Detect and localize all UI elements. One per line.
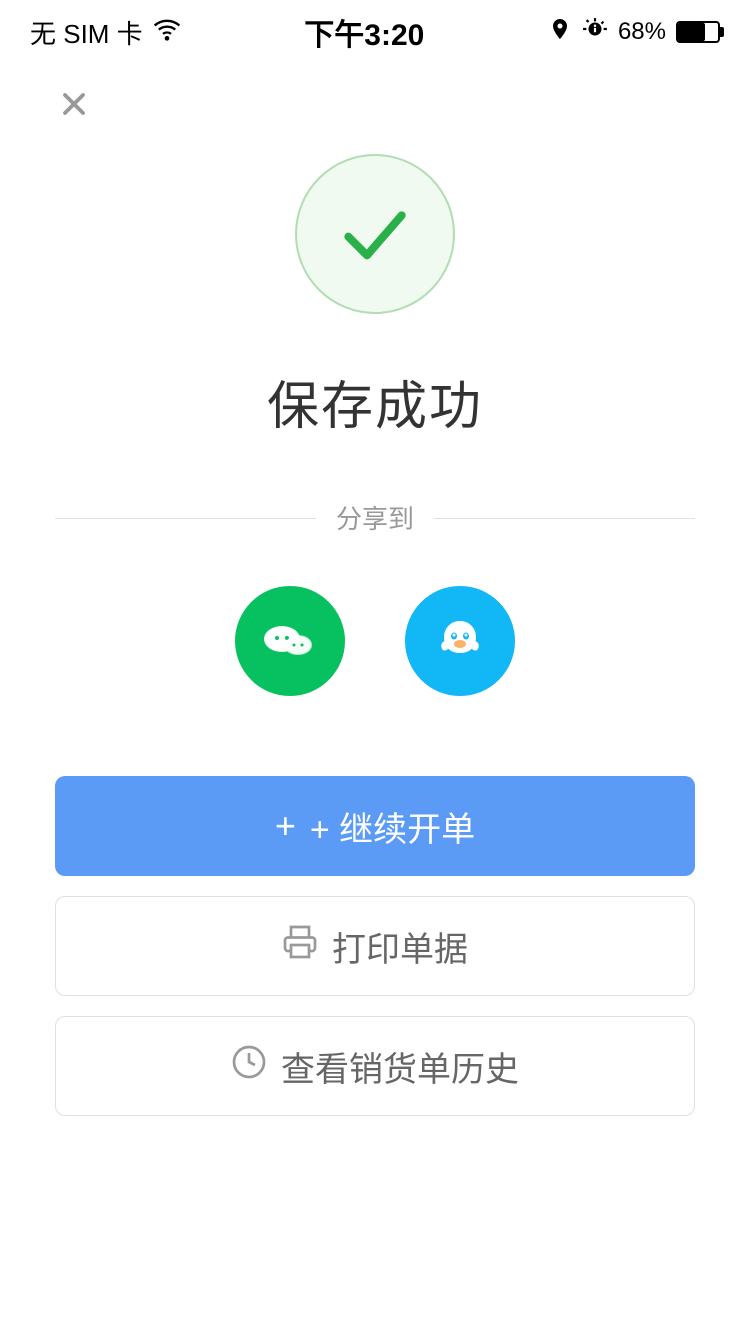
carrier-text: 无 SIM 卡 — [30, 14, 143, 51]
share-icons — [235, 586, 515, 696]
status-time: 下午3:20 — [304, 10, 424, 54]
print-label: 打印单据 — [332, 922, 468, 971]
main-content: 保存成功 分享到 — [0, 64, 750, 1116]
continue-button[interactable]: + + 继续开单 — [55, 776, 695, 876]
print-icon — [282, 924, 318, 969]
alarm-icon — [582, 16, 608, 49]
success-title: 保存成功 — [267, 364, 483, 439]
qq-icon — [428, 609, 492, 673]
share-label: 分享到 — [316, 499, 434, 536]
share-divider: 分享到 — [55, 499, 695, 536]
history-label: 查看销货单历史 — [281, 1042, 519, 1091]
history-icon — [231, 1044, 267, 1089]
history-button[interactable]: 查看销货单历史 — [55, 1016, 695, 1116]
battery-icon — [676, 21, 720, 43]
success-icon-circle — [295, 154, 455, 314]
status-bar: 无 SIM 卡 下午3:20 68% — [0, 0, 750, 64]
battery-percent: 68% — [618, 18, 666, 46]
print-button[interactable]: 打印单据 — [55, 896, 695, 996]
wifi-icon — [153, 15, 181, 50]
status-right: 68% — [548, 16, 720, 49]
close-button[interactable] — [50, 80, 98, 128]
status-left: 无 SIM 卡 — [30, 14, 181, 51]
checkmark-icon — [335, 194, 415, 274]
qq-share-button[interactable] — [405, 586, 515, 696]
wechat-share-button[interactable] — [235, 586, 345, 696]
location-icon — [548, 17, 572, 48]
continue-label: + 继续开单 — [310, 802, 475, 851]
wechat-icon — [258, 609, 322, 673]
continue-icon: + — [275, 805, 296, 847]
action-buttons: + + 继续开单 打印单据 查看销货单历史 — [55, 776, 695, 1116]
